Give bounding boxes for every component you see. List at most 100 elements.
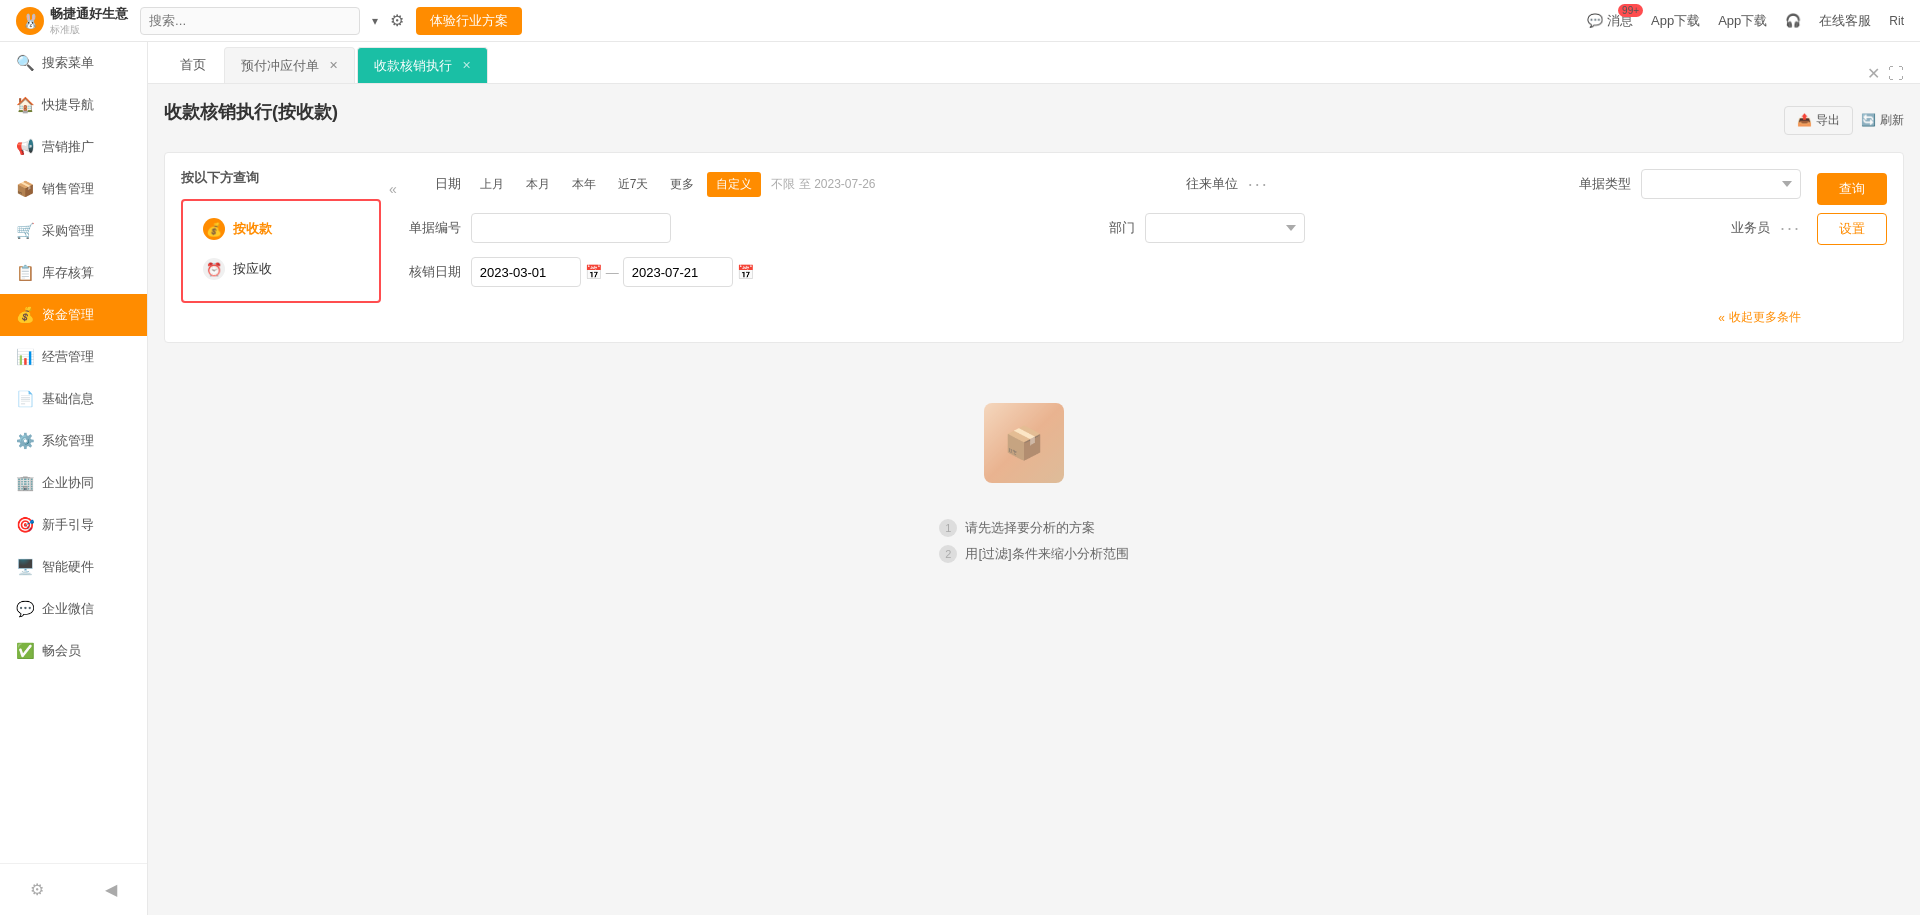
msg-badge: 99+ — [1618, 4, 1643, 17]
page-toolbar: 📤 导出 🔄 刷新 — [1784, 106, 1904, 135]
sidebar: 🔍 搜索菜单 🏠快捷导航 📢 营销推广 📦销售管理🛒采购管理📋库存核算💰资金管理📊经营管理… — [0, 42, 148, 915]
sidebar-label-member: 畅会员 — [42, 642, 81, 660]
sidebar-label-basic-info: 基础信息 — [42, 390, 94, 408]
logo-icon: 🐰 — [16, 7, 44, 35]
sidebar-icon-member: ✅ — [16, 642, 34, 660]
refresh-button[interactable]: 🔄 刷新 — [1861, 106, 1904, 135]
collapse-icon[interactable]: ◀ — [99, 874, 123, 905]
tab-home[interactable]: 首页 — [164, 47, 222, 83]
filter-title: 按以下方查询 — [181, 169, 381, 187]
tab-close-receive-writeoff[interactable]: ✕ — [462, 59, 471, 72]
writeoff-end-input[interactable] — [623, 257, 733, 287]
filter-panel: 按以下方查询 💰按收款 ⏰ 按应收 « 日期 上月 — [164, 152, 1904, 343]
writeoff-start-input[interactable] — [471, 257, 581, 287]
app-download-link[interactable]: App下载 — [1651, 12, 1700, 30]
solution-button[interactable]: 体验行业方案 — [416, 7, 522, 35]
sidebar-item-operations[interactable]: 📊经营管理 — [0, 336, 147, 378]
doc-no-input[interactable] — [471, 213, 671, 243]
sidebar-item-hardware[interactable]: 🖥️智能硬件 — [0, 546, 147, 588]
sidebar-item-guide[interactable]: 🎯 新手引导 — [0, 504, 147, 546]
filter-collapse-wrapper: « — [381, 169, 401, 326]
date-btn-custom[interactable]: 自定义 — [707, 172, 761, 197]
sidebar-item-purchase[interactable]: 🛒采购管理 — [0, 210, 147, 252]
sidebar-item-wechat[interactable]: 💬企业微信 — [0, 588, 147, 630]
sidebar-icon-guide: 🎯 — [16, 516, 34, 534]
date-btn-7days[interactable]: 近7天 — [609, 172, 658, 197]
filter-option-icon-by-receivable: ⏰ — [203, 258, 225, 280]
sidebar-icon-finance: 💰 — [16, 306, 34, 324]
date-btn-more[interactable]: 更多 — [661, 172, 703, 197]
empty-state-image: 📦 — [984, 403, 1084, 503]
date-btn-this-month[interactable]: 本月 — [517, 172, 559, 197]
filter-option-by-receivable[interactable]: ⏰ 按应收 — [193, 251, 369, 287]
query-button[interactable]: 查询 — [1817, 173, 1887, 205]
sidebar-item-finance[interactable]: 💰资金管理 — [0, 294, 147, 336]
filter-option-label-by-receivable: 按应收 — [233, 260, 272, 278]
tab-prepay[interactable]: 预付冲应付单✕ — [224, 47, 355, 83]
tab-controls: ✕ ⛶ — [1867, 64, 1904, 83]
sidebar-item-enterprise[interactable]: 🏢企业协同 — [0, 462, 147, 504]
sidebar-item-sales[interactable]: 📦销售管理 — [0, 168, 147, 210]
sidebar-label-marketing: 营销推广 — [42, 138, 94, 156]
app-download-text[interactable]: App下载 — [1718, 12, 1767, 30]
brand-tag: 标准版 — [50, 23, 128, 37]
dropdown-arrow[interactable]: ▾ — [372, 14, 378, 28]
sidebar-label-sales: 销售管理 — [42, 180, 94, 198]
collapse-more-button[interactable]: « 收起更多条件 — [1718, 309, 1801, 326]
sidebar-item-basic-info[interactable]: 📄 基础信息 — [0, 378, 147, 420]
export-button[interactable]: 📤 导出 — [1784, 106, 1853, 135]
filter-option-label-by-receipt: 按收款 — [233, 220, 272, 238]
date-btn-last-month[interactable]: 上月 — [471, 172, 513, 197]
filter-option-by-receipt[interactable]: 💰按收款 — [193, 211, 369, 247]
settings-icon[interactable]: ⚙ — [24, 874, 50, 905]
dept-select[interactable] — [1145, 213, 1305, 243]
counterpart-dots[interactable]: ··· — [1248, 174, 1269, 195]
sidebar-icon-search-menu: 🔍 — [16, 54, 34, 72]
tab-close-prepay[interactable]: ✕ — [329, 59, 338, 72]
online-service-icon[interactable]: 🎧 — [1785, 13, 1801, 28]
tab-label-home: 首页 — [180, 56, 206, 74]
page-content: 收款核销执行(按收款) 📤 导出 🔄 刷新 按以下方查询 — [148, 84, 1920, 915]
collapse-arrow-icon: « — [1718, 311, 1725, 325]
date-label: 日期 — [401, 175, 461, 193]
gear-icon[interactable]: ⚙ — [390, 11, 404, 30]
writeoff-start-cal-icon[interactable]: 📅 — [585, 264, 602, 280]
writeoff-end-cal-icon[interactable]: 📅 — [737, 264, 754, 280]
sidebar-icon-basic-info: 📄 — [16, 390, 34, 408]
tab-receive-writeoff[interactable]: 收款核销执行✕ — [357, 47, 488, 83]
online-service-text[interactable]: 在线客服 — [1819, 12, 1871, 30]
setting-button[interactable]: 设置 — [1817, 213, 1887, 245]
sidebar-icon-enterprise: 🏢 — [16, 474, 34, 492]
sidebar-item-member[interactable]: ✅ 畅会员 — [0, 630, 147, 672]
sidebar-item-system[interactable]: ⚙️系统管理 — [0, 420, 147, 462]
sidebar-label-guide: 新手引导 — [42, 516, 94, 534]
empty-hint-1: 1 请先选择要分析的方案 — [939, 519, 1128, 537]
empty-hint-2: 2 用[过滤]条件来缩小分析范围 — [939, 545, 1128, 563]
top-bar: 🐰 畅捷通好生意 标准版 ▾ ⚙ 体验行业方案 💬 消息 99+ App下载 A… — [0, 0, 1920, 42]
message-icon[interactable]: 💬 消息 99+ — [1587, 12, 1633, 30]
doc-no-label: 单据编号 — [401, 219, 461, 237]
counterpart-label: 往来单位 — [1178, 175, 1238, 193]
sidebar-label-quick-nav: 快捷导航 — [42, 96, 94, 114]
date-buttons: 上月 本月 本年 近7天 更多 自定义 — [471, 172, 762, 197]
user-name[interactable]: Rit — [1889, 14, 1904, 28]
staff-dots[interactable]: ··· — [1780, 218, 1801, 239]
page-title: 收款核销执行(按收款) — [164, 100, 338, 124]
empty-state: 📦 1 请先选择要分析的方案 2 用[过滤]条件来缩小分析范围 — [164, 343, 1904, 623]
date-btn-this-year[interactable]: 本年 — [563, 172, 605, 197]
sidebar-icon-purchase: 🛒 — [16, 222, 34, 240]
export-icon: 📤 — [1797, 113, 1812, 127]
sidebar-label-search-menu: 搜索菜单 — [42, 54, 94, 72]
sidebar-item-inventory[interactable]: 📋库存核算 — [0, 252, 147, 294]
sidebar-item-search-menu[interactable]: 🔍 搜索菜单 — [0, 42, 147, 84]
query-buttons: 查询 设置 — [1817, 169, 1887, 245]
search-input[interactable] — [140, 7, 360, 35]
expand-tab-icon[interactable]: ⛶ — [1888, 65, 1904, 83]
sidebar-label-wechat: 企业微信 — [42, 600, 94, 618]
doc-type-select[interactable] — [1641, 169, 1801, 199]
sidebar-icon-marketing: 📢 — [16, 138, 34, 156]
close-tab-icon[interactable]: ✕ — [1867, 64, 1880, 83]
filter-collapse-arrow[interactable]: « — [385, 177, 401, 201]
sidebar-item-quick-nav[interactable]: 🏠快捷导航 — [0, 84, 147, 126]
sidebar-item-marketing[interactable]: 📢 营销推广 — [0, 126, 147, 168]
